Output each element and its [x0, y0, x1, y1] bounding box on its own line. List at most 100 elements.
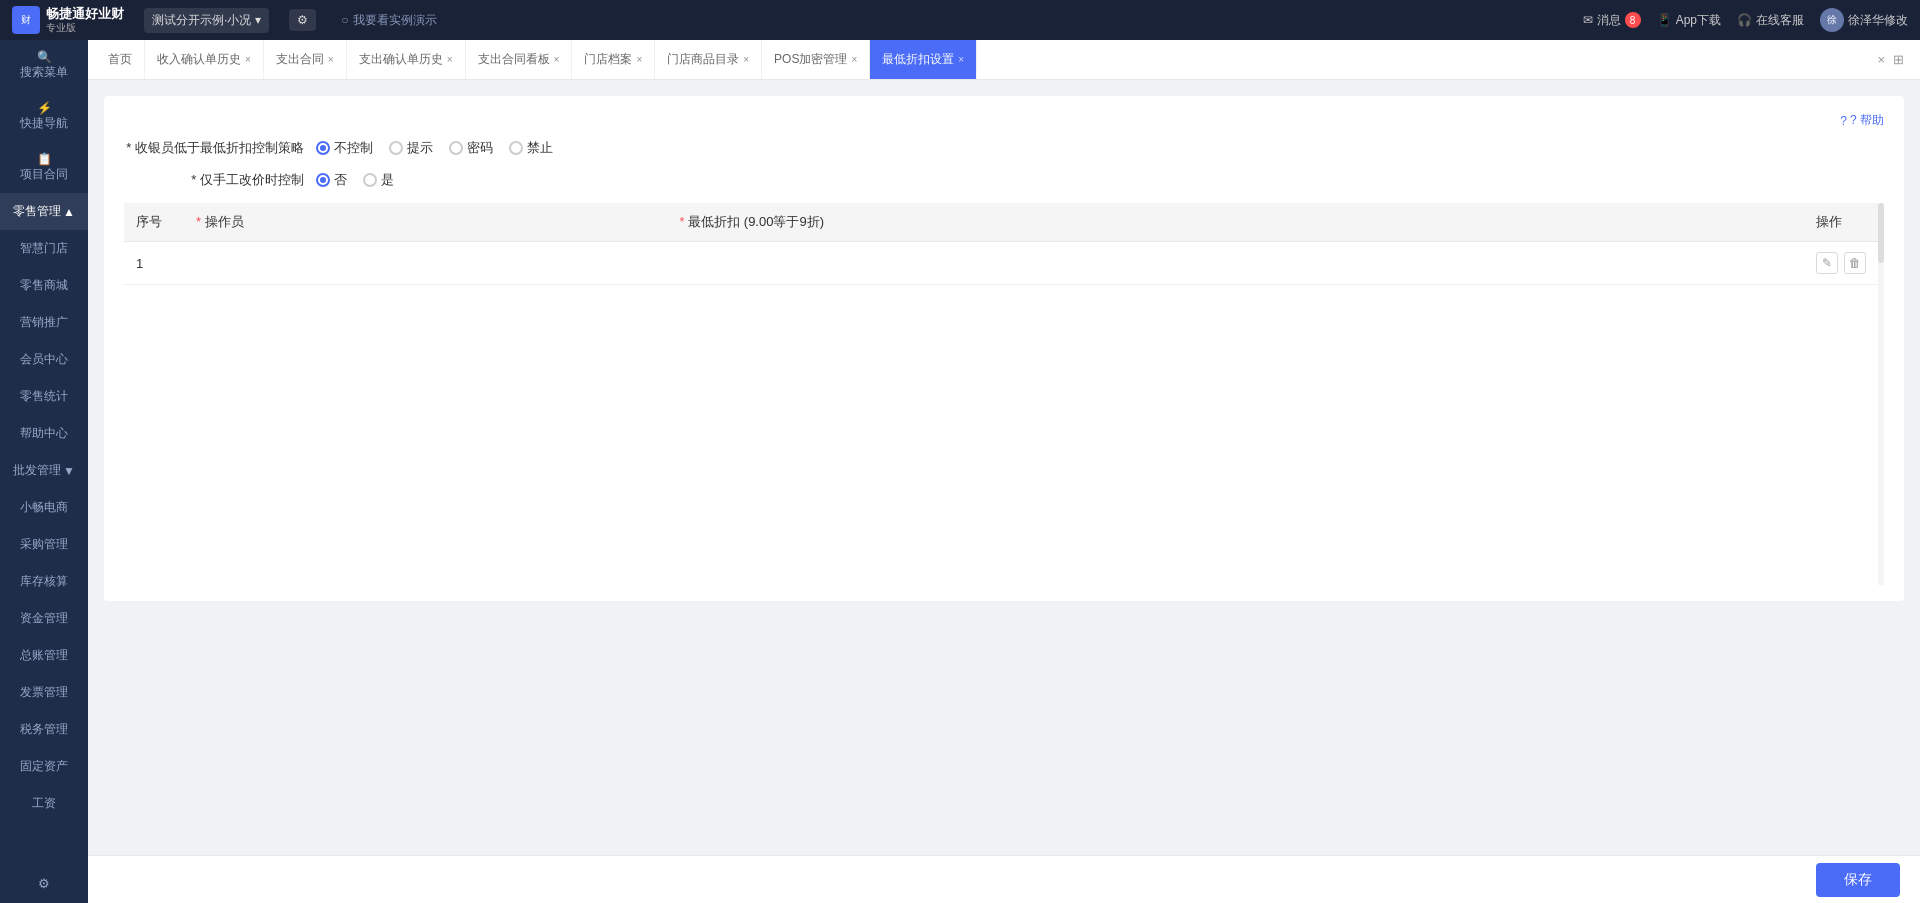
radio-password-circle: [449, 141, 463, 155]
sidebar-settings-btn[interactable]: ⚙: [0, 864, 88, 903]
sidebar-item-help-label: 帮助中心: [6, 425, 82, 442]
sidebar-item-retail-label: 零售管理: [13, 203, 61, 220]
radio-hint[interactable]: 提示: [389, 139, 433, 157]
sidebar-item-quicknav-label: 快捷导航: [6, 115, 82, 132]
radio-hint-label: 提示: [407, 139, 433, 157]
settings-btn[interactable]: ⚙: [289, 9, 316, 31]
tab-close-icon[interactable]: ×: [1877, 52, 1885, 67]
sidebar-item-assets[interactable]: 固定资产: [0, 748, 88, 785]
notifications-btn[interactable]: ✉ 消息 8: [1583, 12, 1641, 29]
sidebar-item-member[interactable]: 会员中心: [0, 341, 88, 378]
tab-pos-pwd-close[interactable]: ×: [851, 54, 857, 65]
tab-payment-board[interactable]: 支出合同看板 ×: [466, 40, 573, 80]
tab-store-product[interactable]: 门店商品目录 ×: [655, 40, 762, 80]
sidebar-item-ecommerce[interactable]: 小畅电商: [0, 489, 88, 526]
radio-password[interactable]: 密码: [449, 139, 493, 157]
sidebar-item-inventory[interactable]: 库存核算: [0, 563, 88, 600]
delete-row-1-btn[interactable]: 🗑: [1844, 252, 1866, 274]
th-operator-label: 操作员: [205, 214, 244, 229]
sidebar-item-capital[interactable]: 资金管理: [0, 600, 88, 637]
manual-price-row: * 仅手工改价时控制 否 是: [124, 171, 1884, 189]
th-operator: * 操作员: [184, 203, 668, 242]
tab-home-label: 首页: [108, 51, 132, 68]
radio-no-control-circle: [316, 141, 330, 155]
sidebar-item-wholesale[interactable]: 批发管理 ▼: [0, 452, 88, 489]
sidebar-item-quicknav[interactable]: ⚡ 快捷导航: [0, 91, 88, 142]
edit-icon: ✎: [1822, 256, 1832, 270]
help-link[interactable]: ? ? 帮助: [1840, 112, 1884, 129]
quicknav-icon: ⚡: [6, 101, 82, 115]
tab-income-confirm-label: 收入确认单历史: [157, 51, 241, 68]
sidebar-item-retail-stats[interactable]: 零售统计: [0, 378, 88, 415]
sidebar-item-ledger-label: 总账管理: [6, 647, 82, 664]
td-min-discount-1: [668, 242, 1805, 285]
mobile-icon: 📱: [1657, 13, 1672, 27]
sidebar-item-invoice-label: 发票管理: [6, 684, 82, 701]
sidebar-item-tax[interactable]: 税务管理: [0, 711, 88, 748]
tab-payment-board-close[interactable]: ×: [554, 54, 560, 65]
tab-payment-confirm[interactable]: 支出确认单历史 ×: [347, 40, 466, 80]
discount-policy-label-text: * 收银员低于最低折扣控制策略: [126, 140, 304, 155]
tab-pos-pwd[interactable]: POS加密管理 ×: [762, 40, 870, 80]
logo-main-text: 畅捷通好业财: [46, 6, 124, 22]
tab-maximize-icon[interactable]: ⊞: [1893, 52, 1904, 67]
tab-home[interactable]: 首页: [96, 40, 145, 80]
help-link-label: ? 帮助: [1850, 112, 1884, 129]
customer-service-btn[interactable]: 🎧 在线客服: [1737, 12, 1804, 29]
sidebar-item-assets-label: 固定资产: [6, 758, 82, 775]
sidebar-item-project[interactable]: 📋 项目合同: [0, 142, 88, 193]
demo-link[interactable]: ○ 我要看实例演示: [341, 12, 436, 29]
tab-store-product-close[interactable]: ×: [743, 54, 749, 65]
notification-badge: 8: [1625, 12, 1641, 28]
sidebar-item-salary-label: 工资: [6, 795, 82, 812]
gear-icon: ⚙: [38, 876, 50, 891]
th-actions: 操作: [1804, 203, 1884, 242]
radio-manual-yes-circle: [363, 173, 377, 187]
tab-income-confirm[interactable]: 收入确认单历史 ×: [145, 40, 264, 80]
sidebar-item-ledger[interactable]: 总账管理: [0, 637, 88, 674]
tab-min-discount-close[interactable]: ×: [958, 54, 964, 65]
sidebar-item-help[interactable]: 帮助中心: [0, 415, 88, 452]
manual-price-radio-group: 否 是: [316, 171, 394, 189]
chevron-up-icon: ▲: [63, 205, 75, 219]
tab-payment-contract[interactable]: 支出合同 ×: [264, 40, 347, 80]
tab-store-archive[interactable]: 门店档案 ×: [572, 40, 655, 80]
sidebar-item-invoice[interactable]: 发票管理: [0, 674, 88, 711]
user-profile-btn[interactable]: 徐 徐泽华修改: [1820, 8, 1908, 32]
table-header-row: 序号 * 操作员 * 最低折扣 (9.00等于9折): [124, 203, 1884, 242]
tab-store-archive-close[interactable]: ×: [636, 54, 642, 65]
radio-no-control[interactable]: 不控制: [316, 139, 373, 157]
sidebar-item-purchase[interactable]: 采购管理: [0, 526, 88, 563]
radio-manual-yes[interactable]: 是: [363, 171, 394, 189]
edit-row-1-btn[interactable]: ✎: [1816, 252, 1838, 274]
td-operator-1: [184, 242, 668, 285]
radio-manual-no-label: 否: [334, 171, 347, 189]
radio-manual-no[interactable]: 否: [316, 171, 347, 189]
tab-store-product-label: 门店商品目录: [667, 51, 739, 68]
app-download-btn[interactable]: 📱 App下载: [1657, 12, 1721, 29]
tab-income-confirm-close[interactable]: ×: [245, 54, 251, 65]
sidebar-item-search[interactable]: 🔍 搜索菜单: [0, 40, 88, 91]
form-card: ? ? 帮助 * 收银员低于最低折扣控制策略 不控制: [104, 96, 1904, 601]
sidebar-item-marketing[interactable]: 营销推广: [0, 304, 88, 341]
sidebar-item-smart-store[interactable]: 智慧门店: [0, 230, 88, 267]
sidebar-item-purchase-label: 采购管理: [6, 536, 82, 553]
project-selector[interactable]: 测试分开示例·小况 ▾: [144, 8, 269, 33]
tab-payment-contract-close[interactable]: ×: [328, 54, 334, 65]
radio-forbid[interactable]: 禁止: [509, 139, 553, 157]
sidebar-item-ecommerce-label: 小畅电商: [6, 499, 82, 516]
vertical-scrollbar[interactable]: [1878, 203, 1884, 585]
avatar: 徐: [1820, 8, 1844, 32]
manual-price-label-text: * 仅手工改价时控制: [191, 172, 304, 187]
tab-payment-confirm-close[interactable]: ×: [447, 54, 453, 65]
sidebar-item-online-store[interactable]: 零售商城: [0, 267, 88, 304]
sidebar-item-retail[interactable]: 零售管理 ▲: [0, 193, 88, 230]
header-right: ✉ 消息 8 📱 App下载 🎧 在线客服 徐 徐泽华修改: [1583, 8, 1908, 32]
sidebar-item-search-label: 搜索菜单: [6, 64, 82, 81]
sidebar-item-salary[interactable]: 工资: [0, 785, 88, 822]
tab-min-discount[interactable]: 最低折扣设置 ×: [870, 40, 977, 80]
table-empty-cell: [124, 285, 1884, 585]
save-button[interactable]: 保存: [1816, 863, 1900, 897]
seq-value-1: 1: [136, 256, 143, 271]
demo-circle-icon: ○: [341, 13, 348, 27]
